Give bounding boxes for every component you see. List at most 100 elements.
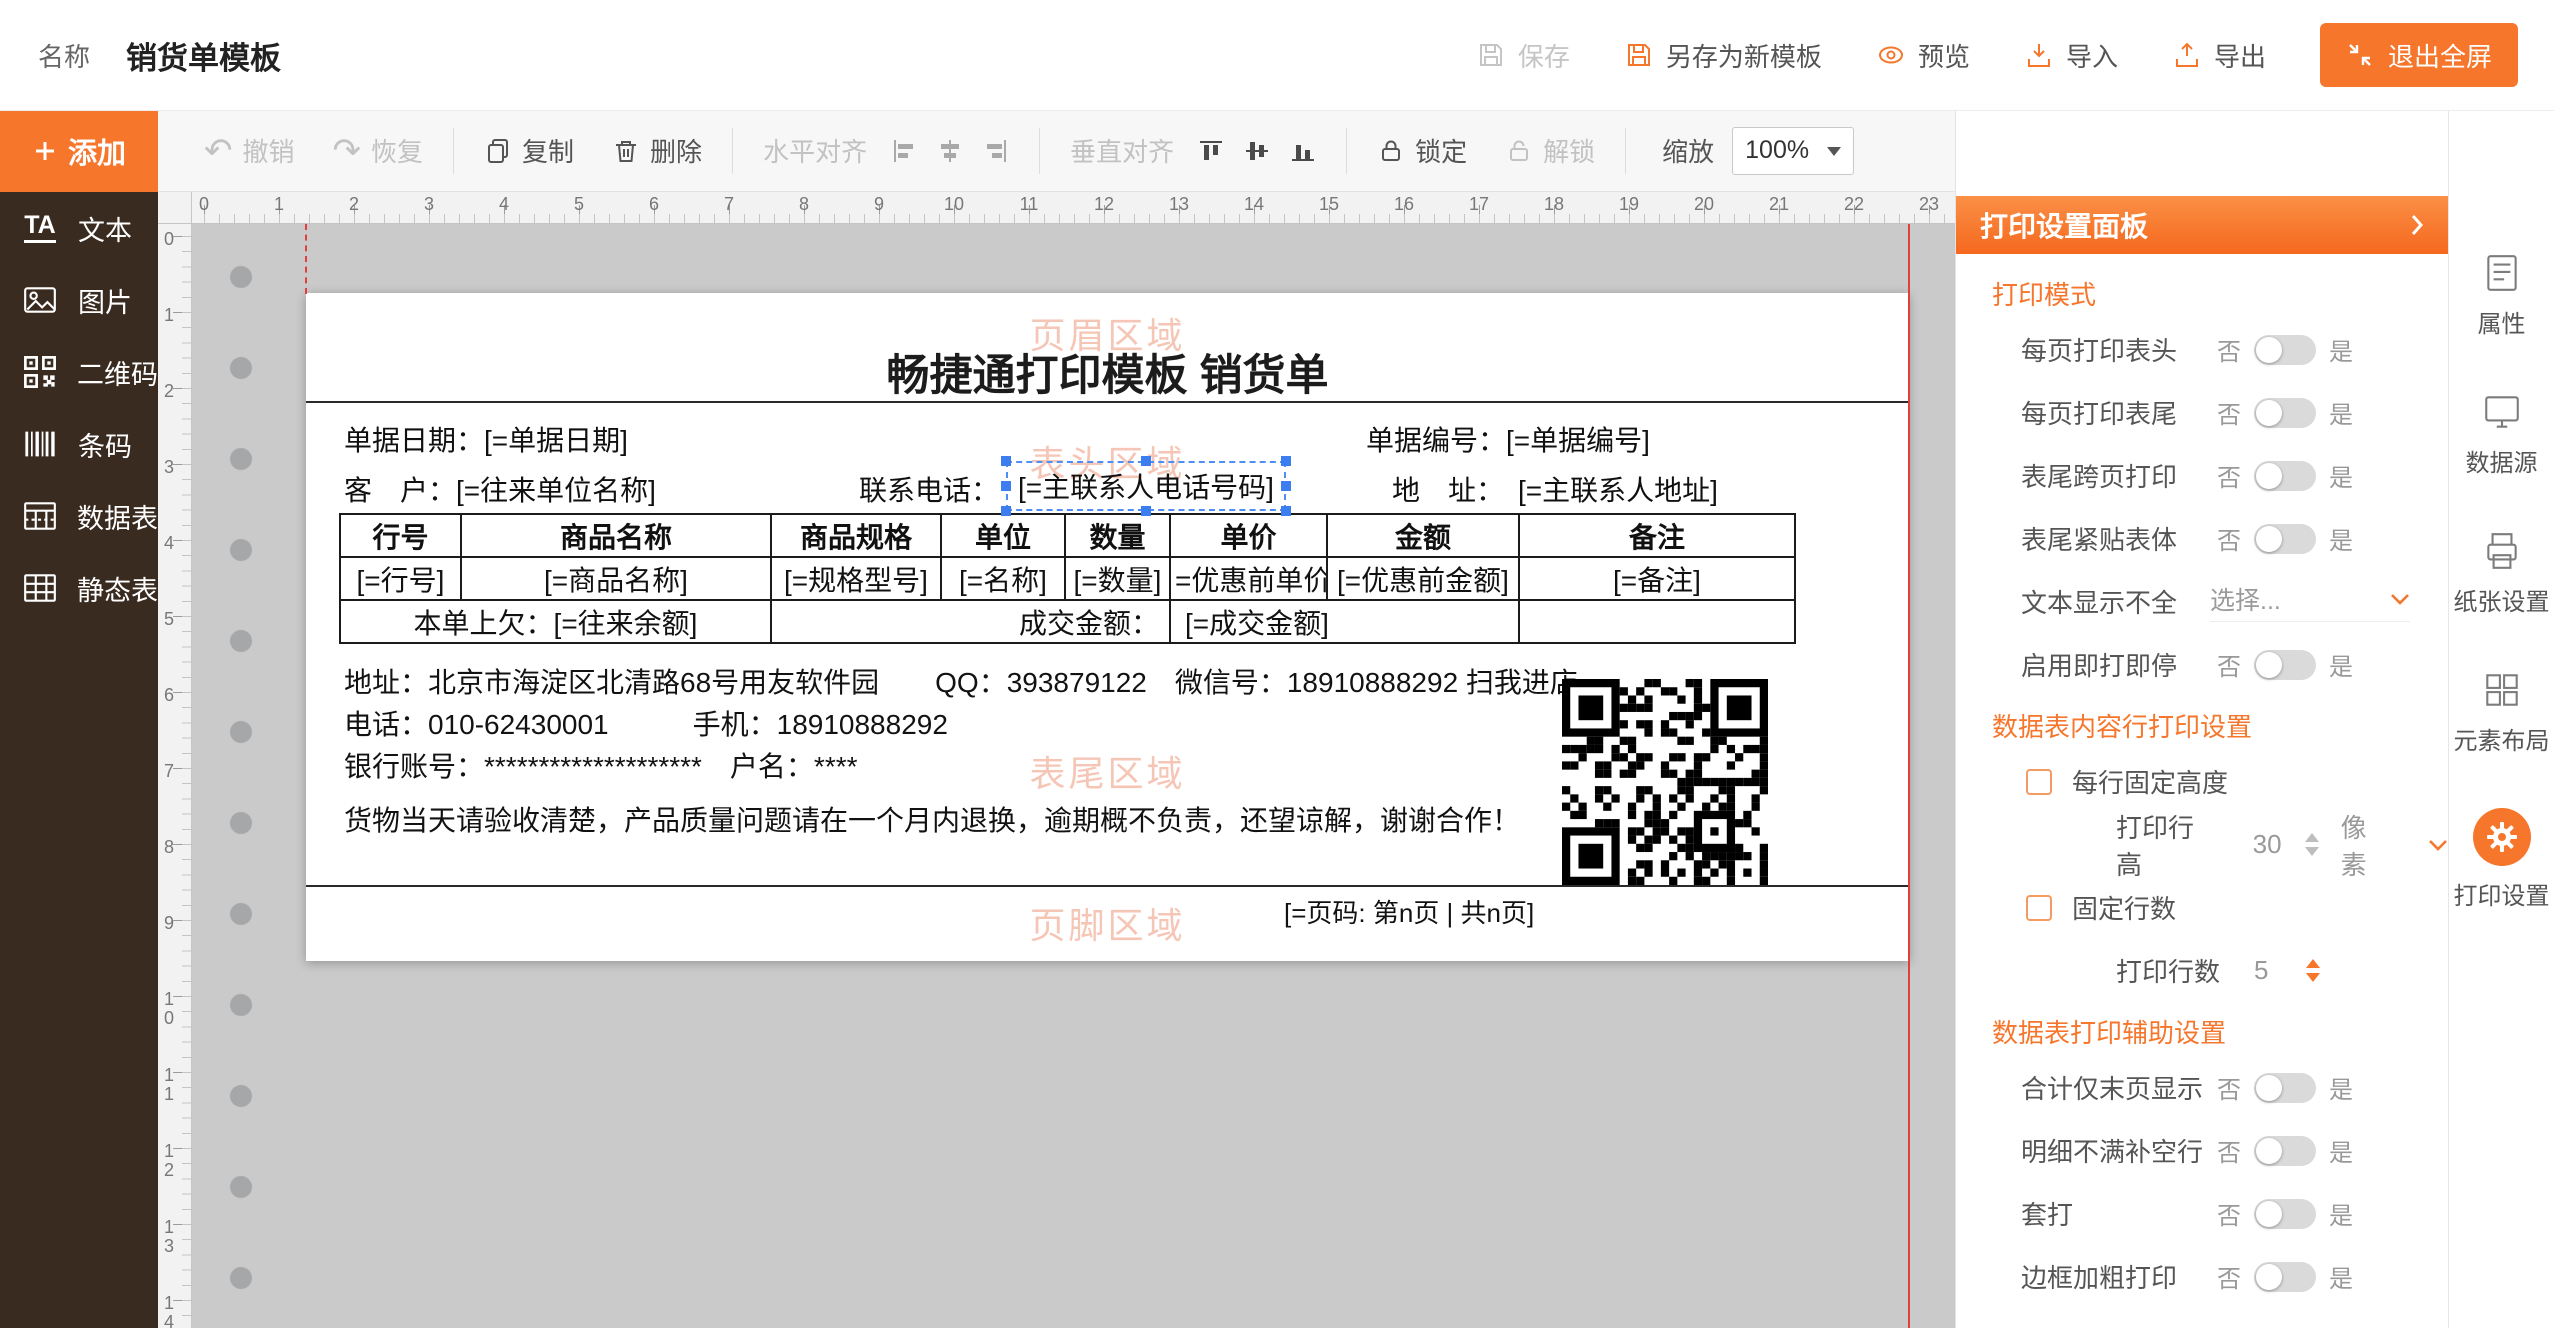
table-header-cell[interactable]: 备注 — [1518, 513, 1796, 558]
panel-row: 表尾跨页打印 否是 — [2021, 460, 2353, 492]
strip-item-properties[interactable]: 属性 — [2478, 252, 2526, 339]
sidebar-item-qrcode[interactable]: 二维码 — [0, 336, 158, 408]
sidebar-item-static-table[interactable]: 静态表 — [0, 552, 158, 624]
toggle-overlay-print[interactable] — [2254, 1198, 2316, 1229]
paper-settings-icon — [2481, 530, 2523, 572]
qr-code-image[interactable] — [1562, 679, 1768, 885]
template-page[interactable]: 页眉区域 表头区域 表尾区域 页脚区域 畅捷通打印模板 销货单 单据日期：[=单… — [306, 293, 1909, 961]
design-canvas: 0 1 2 3 4 5 6 7 8 9 10 11 12 13 14 15 16 17 18 19 20 21 22 23 0… — [158, 192, 1955, 1328]
table-cell[interactable]: [=数量] — [1064, 556, 1171, 601]
title-divider-line[interactable] — [306, 401, 1909, 403]
sidebar-item-barcode[interactable]: 条码 — [0, 408, 158, 480]
unlock-button[interactable]: 解锁 — [1505, 132, 1595, 169]
toggle-fill-empty-rows[interactable] — [2254, 1135, 2316, 1166]
table-cell[interactable]: [=优惠前金额] — [1326, 556, 1520, 601]
selection-handle[interactable] — [1001, 506, 1011, 516]
import-button[interactable]: 导入 — [2024, 37, 2118, 74]
strip-item-print-settings[interactable]: 打印设置 — [2454, 808, 2550, 911]
align-middle-button[interactable] — [1244, 138, 1270, 164]
align-left-button[interactable] — [891, 138, 917, 164]
selection-handle[interactable] — [1280, 456, 1291, 466]
align-top-button[interactable] — [1198, 138, 1224, 164]
field-phone-label[interactable]: 联系电话： — [859, 469, 999, 509]
zoom-select[interactable]: 100% — [1732, 126, 1855, 175]
sidebar-item-text[interactable]: TA 文本 — [0, 192, 158, 264]
field-bill-date[interactable]: 单据日期：[=单据日期] — [344, 419, 628, 459]
footer-divider-line[interactable] — [306, 885, 1909, 887]
footer-line-address[interactable]: 地址：北京市海淀区北清路68号用友软件园 QQ：393879122 微信号：18… — [344, 661, 1578, 701]
align-center-horizontal-button[interactable] — [937, 138, 963, 164]
table-header-cell[interactable]: 商品规格 — [770, 513, 942, 558]
toggle-footer-every-page[interactable] — [2254, 397, 2316, 428]
selected-element-phone[interactable]: [=主联系人电话号码] — [1001, 456, 1291, 516]
redo-button[interactable]: ↷ 恢复 — [333, 132, 424, 169]
toggle-header-every-page[interactable] — [2254, 334, 2316, 365]
table-cell-total-value[interactable]: [=成交金额] — [1169, 599, 1520, 644]
selection-handle[interactable] — [1001, 481, 1011, 491]
table-cell-total-label[interactable]: 成交金额： — [770, 599, 1171, 644]
row-height-stepper[interactable] — [2304, 833, 2319, 856]
toggle-instant-print-stop[interactable] — [2254, 649, 2316, 680]
preview-button[interactable]: 预览 — [1876, 37, 1970, 74]
checkbox-fixed-row-height[interactable] — [2026, 768, 2052, 795]
table-cell[interactable]: [=行号] — [339, 556, 462, 601]
template-title[interactable]: 畅捷通打印模板 销货单 — [306, 341, 1909, 403]
template-name-label: 名称 — [38, 41, 91, 72]
toggle-bold-border-print[interactable] — [2254, 1261, 2316, 1292]
collapse-panel-icon[interactable] — [2410, 213, 2424, 237]
field-customer[interactable]: 客 户：[=往来单位名称] — [344, 469, 656, 509]
undo-button[interactable]: ↶ 撤销 — [204, 132, 295, 169]
strip-item-element-layout[interactable]: 元素布局 — [2454, 669, 2550, 756]
table-cell-owe[interactable]: 本单上欠：[=往来余额] — [339, 599, 772, 644]
page-number-token[interactable]: [=页码: 第n页 | 共n页] — [1284, 893, 1534, 930]
checkbox-fixed-row-count[interactable] — [2026, 894, 2052, 921]
selection-handle[interactable] — [1280, 481, 1291, 491]
table-header-cell[interactable]: 金额 — [1326, 513, 1520, 558]
table-cell[interactable]: =优惠前单价 — [1169, 556, 1328, 601]
table-header-cell[interactable]: 单位 — [940, 513, 1066, 558]
delete-button[interactable]: 删除 — [612, 132, 702, 169]
selection-handle[interactable] — [1140, 456, 1151, 466]
ruler-number: 1 — [273, 194, 285, 214]
ruler-number: 13 — [163, 1217, 174, 1256]
properties-icon — [2481, 252, 2523, 294]
sidebar-item-image[interactable]: 图片 — [0, 264, 158, 336]
copy-button[interactable]: 复制 — [484, 132, 574, 169]
align-bottom-button[interactable] — [1290, 138, 1316, 164]
row-count-stepper[interactable] — [2306, 959, 2321, 982]
save-button[interactable]: 保存 — [1476, 37, 1570, 74]
export-button[interactable]: 导出 — [2172, 37, 2266, 74]
footer-line-notice[interactable]: 货物当天请验收清楚，产品质量问题请在一个月内退换，逾期概不负责，还望谅解，谢谢合… — [344, 799, 1520, 839]
selection-handle[interactable] — [1140, 506, 1151, 516]
save-as-template-button[interactable]: 另存为新模板 — [1624, 37, 1822, 74]
field-address[interactable]: 地 址： [=主联系人地址] — [1392, 469, 1718, 509]
add-element-button[interactable]: 添加 — [0, 110, 158, 192]
table-cell[interactable]: [=商品名称] — [460, 556, 772, 601]
selection-handle[interactable] — [1001, 456, 1011, 466]
exit-fullscreen-button[interactable]: 退出全屏 — [2319, 23, 2518, 87]
toggle-footer-close-to-body[interactable] — [2254, 523, 2316, 554]
table-header-cell[interactable]: 数量 — [1064, 513, 1171, 558]
toggle-total-last-page-only[interactable] — [2254, 1072, 2316, 1103]
table-header-cell[interactable]: 商品名称 — [460, 513, 772, 558]
table-cell-empty[interactable] — [1518, 599, 1796, 644]
footer-line-phone[interactable]: 电话：010-62430001 手机：18910888292 — [344, 703, 948, 743]
field-bill-no[interactable]: 单据编号：[=单据编号] — [1366, 419, 1650, 459]
table-header-cell[interactable]: 单价 — [1169, 513, 1328, 558]
strip-item-paper-settings[interactable]: 纸张设置 — [2454, 530, 2550, 617]
lock-button[interactable]: 锁定 — [1377, 132, 1467, 169]
footer-line-bank[interactable]: 银行账号：******************** 户名：**** — [344, 745, 858, 785]
template-data-table[interactable]: 行号 商品名称 商品规格 单位 数量 单价 金额 备注 [=行号] [=商品名称… — [339, 513, 1796, 644]
strip-item-data-source[interactable]: 数据源 — [2466, 391, 2538, 478]
table-cell[interactable]: [=备注] — [1518, 556, 1796, 601]
ruler-number: 6 — [648, 194, 660, 214]
toggle-footer-cross-page[interactable] — [2254, 460, 2316, 491]
selection-handle[interactable] — [1280, 506, 1291, 516]
table-cell[interactable]: [=规格型号] — [770, 556, 942, 601]
unit-select-chevron-icon[interactable] — [2428, 838, 2448, 852]
table-header-cell[interactable]: 行号 — [339, 513, 462, 558]
text-overflow-select[interactable]: 选择... — [2210, 581, 2410, 622]
align-right-button[interactable] — [983, 138, 1009, 164]
table-cell[interactable]: [=名称] — [940, 556, 1066, 601]
sidebar-item-data-table[interactable]: 数据表 — [0, 480, 158, 552]
